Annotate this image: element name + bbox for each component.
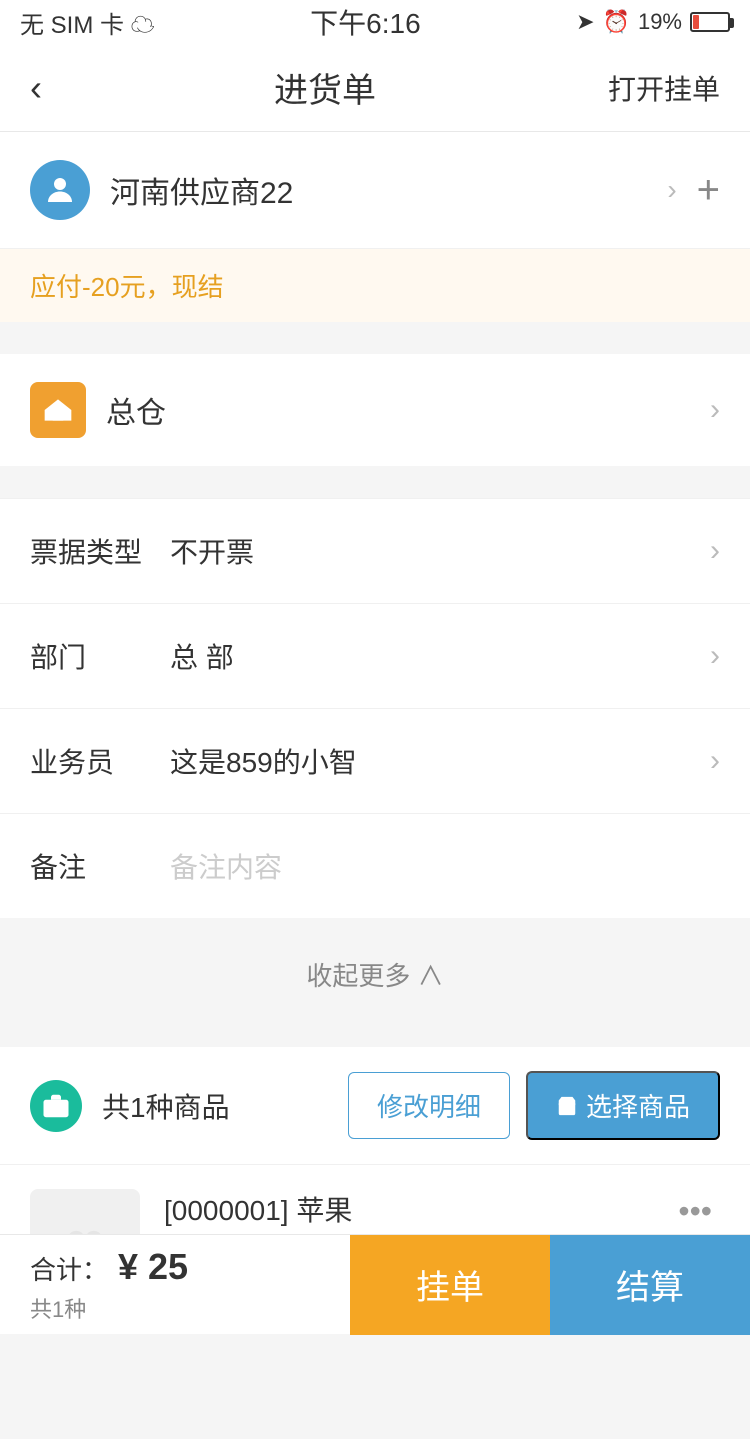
open-pending-button[interactable]: 打开挂单 <box>608 68 720 108</box>
department-label: 部门 <box>30 636 150 676</box>
salesman-value: 这是859的小智 <box>150 741 710 781</box>
chevron-right-icon: › <box>710 639 720 673</box>
chevron-right-icon: › <box>710 744 720 778</box>
add-supplier-button[interactable]: + <box>697 168 720 213</box>
invoice-type-label: 票据类型 <box>30 531 150 571</box>
chevron-right-icon: › <box>667 174 676 206</box>
total-label: 合计： ¥ 25 <box>30 1246 320 1288</box>
remark-label: 备注 <box>30 846 150 886</box>
alarm-icon: ⏰ <box>603 9 630 35</box>
product-header: 共1种商品 修改明细 选择商品 <box>0 1047 750 1164</box>
warehouse-name: 总仓 <box>106 388 710 432</box>
remark-row[interactable]: 备注 备注内容 <box>0 813 750 918</box>
status-right: ➤ ⏰ 19% <box>576 9 730 35</box>
select-product-button[interactable]: 选择商品 <box>526 1071 720 1140</box>
status-time: 下午6:16 <box>310 2 421 42</box>
supplier-name: 河南供应商22 <box>110 168 667 212</box>
chevron-right-icon: › <box>710 534 720 568</box>
payment-notice: 应付-20元，现结 <box>0 249 750 322</box>
supplier-row[interactable]: 河南供应商22 › + <box>0 132 750 249</box>
chevron-right-icon: › <box>710 393 720 427</box>
supplier-avatar <box>30 160 90 220</box>
product-icon <box>41 1091 71 1121</box>
divider <box>0 1015 750 1031</box>
remark-input[interactable]: 备注内容 <box>150 846 720 886</box>
status-left: 无 SIM 卡 ☁ <box>20 5 155 40</box>
person-icon <box>42 172 78 208</box>
battery-icon <box>690 12 730 32</box>
location-icon: ➤ <box>576 9 594 35</box>
invoice-type-value: 不开票 <box>150 531 710 571</box>
salesman-label: 业务员 <box>30 741 150 781</box>
product-name: [0000001] 苹果 <box>164 1189 670 1229</box>
divider <box>0 338 750 354</box>
form-card: 票据类型 不开票 › 部门 总 部 › 业务员 这是859的小智 › 备注 备注… <box>0 498 750 918</box>
suspend-button[interactable]: 挂单 <box>350 1235 550 1335</box>
page-title: 进货单 <box>274 63 376 112</box>
more-options-button[interactable]: ••• <box>670 1189 720 1234</box>
total-amount: ¥ 25 <box>118 1246 188 1288</box>
department-value: 总 部 <box>150 636 710 676</box>
bottom-padding <box>0 1323 750 1439</box>
product-count: 共1种商品 <box>102 1086 348 1126</box>
divider <box>0 482 750 498</box>
total-sub-label: 共1种 <box>30 1292 320 1324</box>
department-row[interactable]: 部门 总 部 › <box>0 603 750 708</box>
product-icon-wrap <box>30 1080 82 1132</box>
collapse-toggle[interactable]: 收起更多 ∧ <box>0 934 750 1015</box>
total-label-text: 合计： <box>30 1250 108 1287</box>
invoice-type-row[interactable]: 票据类型 不开票 › <box>0 498 750 603</box>
salesman-row[interactable]: 业务员 这是859的小智 › <box>0 708 750 813</box>
cart-icon <box>556 1095 578 1117</box>
checkout-button[interactable]: 结算 <box>550 1235 750 1335</box>
total-section: 合计： ¥ 25 共1种 <box>0 1246 350 1324</box>
edit-detail-button[interactable]: 修改明细 <box>348 1072 510 1139</box>
product-name-text: 苹果 <box>296 1195 352 1226</box>
battery-percent: 19% <box>638 9 682 35</box>
nav-bar: ‹ 进货单 打开挂单 <box>0 44 750 132</box>
bottom-bar: 合计： ¥ 25 共1种 挂单 结算 <box>0 1234 750 1334</box>
warehouse-row[interactable]: 总仓 › <box>0 354 750 466</box>
back-button[interactable]: ‹ <box>30 67 42 109</box>
product-code: [0000001] <box>164 1195 289 1226</box>
supplier-card: 河南供应商22 › + 应付-20元，现结 <box>0 132 750 322</box>
select-product-label: 选择商品 <box>586 1087 690 1124</box>
status-bar: 无 SIM 卡 ☁ 下午6:16 ➤ ⏰ 19% <box>0 0 750 44</box>
sim-label: 无 SIM 卡 ☁ <box>20 5 155 40</box>
warehouse-icon <box>42 394 74 426</box>
warehouse-icon-wrap <box>30 382 86 438</box>
warehouse-card: 总仓 › <box>0 354 750 466</box>
